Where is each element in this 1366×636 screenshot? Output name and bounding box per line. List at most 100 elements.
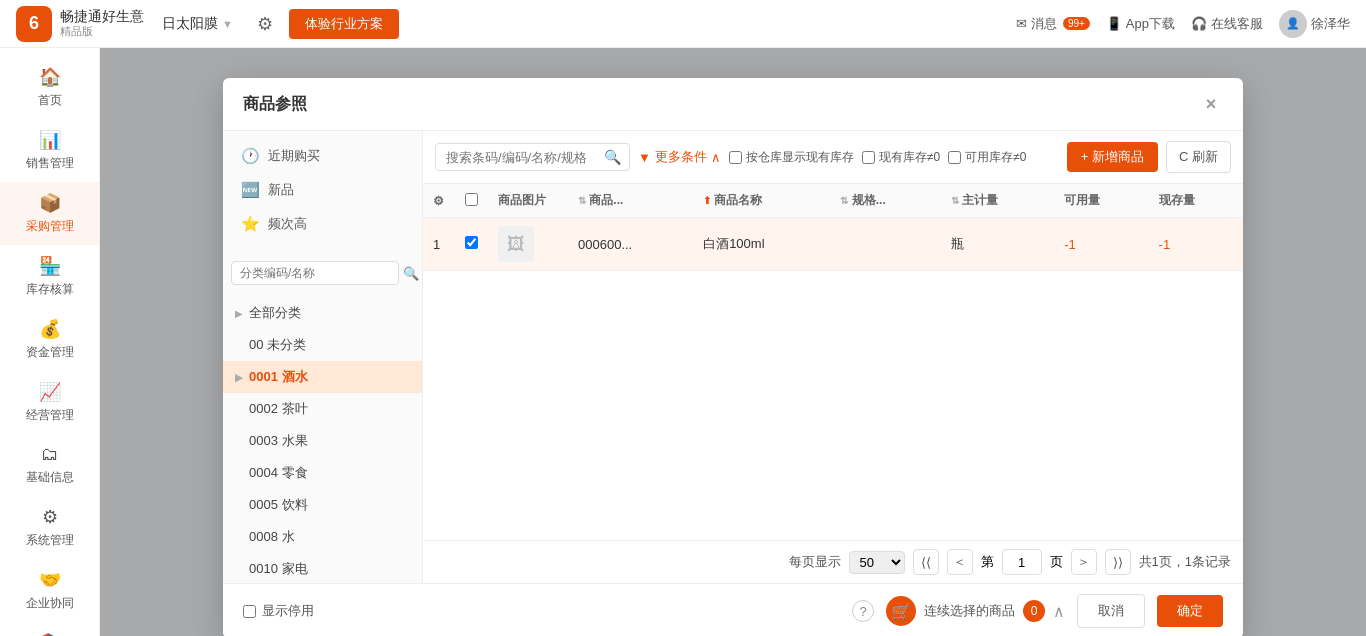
last-page-button[interactable]: ⟩⟩ <box>1105 549 1131 575</box>
product-search-input[interactable] <box>436 145 596 170</box>
product-search-box: 🔍 <box>435 143 630 171</box>
page-label: 第 <box>981 553 994 571</box>
col-available[interactable]: 可用量 <box>1054 184 1148 218</box>
select-all-checkbox[interactable] <box>465 193 478 206</box>
collapse-cart-button[interactable]: ∧ <box>1053 602 1065 621</box>
col-name[interactable]: ⬆ 商品名称 <box>693 184 830 218</box>
cell-seq: 1 <box>423 218 455 271</box>
more-conditions-button[interactable]: ▼ 更多条件 ∧ <box>638 148 721 166</box>
cat-snack-label: 0004 零食 <box>249 464 308 482</box>
cat-all-label: 全部分类 <box>249 304 301 322</box>
refresh-button[interactable]: C 刷新 <box>1166 141 1231 173</box>
new-icon: 🆕 <box>241 181 260 199</box>
sidebar-item-operation[interactable]: 📈 经营管理 <box>0 371 99 434</box>
user-menu[interactable]: 👤 徐泽华 <box>1279 10 1350 38</box>
next-page-button[interactable]: ＞ <box>1071 549 1097 575</box>
nav-right: ✉ 消息 99+ 📱 App下载 🎧 在线客服 👤 徐泽华 <box>1016 10 1350 38</box>
col-stock[interactable]: 现存量 <box>1149 184 1243 218</box>
col-unit[interactable]: ⇅ 主计量 <box>941 184 1055 218</box>
cancel-button[interactable]: 取消 <box>1077 594 1145 628</box>
col-code[interactable]: ⇅ 商品... <box>568 184 693 218</box>
cat-water[interactable]: 0008 水 <box>223 521 422 553</box>
cat-fruit[interactable]: 0003 水果 <box>223 425 422 457</box>
row-checkbox[interactable] <box>465 236 478 249</box>
table-row[interactable]: 1 🖼 000600... 白酒100ml 瓶 <box>423 218 1243 271</box>
cell-stock: -1 <box>1149 218 1243 271</box>
sidebar-item-purchase[interactable]: 📦 采购管理 <box>0 182 99 245</box>
store-selector[interactable]: 日太阳膜 ▼ <box>146 15 249 33</box>
first-page-button[interactable]: ⟨⟨ <box>913 549 939 575</box>
current-stock-check[interactable]: 现有库存≠0 <box>862 149 940 166</box>
cat-tea-label: 0002 茶叶 <box>249 400 308 418</box>
cat-snack[interactable]: 0004 零食 <box>223 457 422 489</box>
sidebar-label-operation: 经营管理 <box>26 407 74 424</box>
user-name: 徐泽华 <box>1311 15 1350 33</box>
service-button[interactable]: 🎧 在线客服 <box>1191 15 1263 33</box>
cell-available: -1 <box>1054 218 1148 271</box>
cell-checkbox[interactable] <box>455 218 488 271</box>
product-search-button[interactable]: 🔍 <box>596 144 629 170</box>
page-number-input[interactable] <box>1002 549 1042 575</box>
frequent-item[interactable]: ⭐ 频次高 <box>231 207 414 241</box>
cat-drink[interactable]: 0005 饮料 <box>223 489 422 521</box>
app-download-button[interactable]: 📱 App下载 <box>1106 15 1175 33</box>
brand-name: 畅捷通好生意 <box>60 8 144 25</box>
cart-icon: 🛒 <box>886 596 916 626</box>
current-stock-checkbox[interactable] <box>862 151 875 164</box>
new-product-item[interactable]: 🆕 新品 <box>231 173 414 207</box>
modal-close-button[interactable]: × <box>1199 92 1223 116</box>
sidebar-item-finance[interactable]: 💰 资金管理 <box>0 308 99 371</box>
left-top-nav: 🕐 近期购买 🆕 新品 ⭐ 频次高 <box>223 139 422 241</box>
message-button[interactable]: ✉ 消息 99+ <box>1016 15 1090 33</box>
settings-icon[interactable]: ⚙ <box>249 13 281 35</box>
cart-count: 0 <box>1023 600 1045 622</box>
warehouse-stock-check[interactable]: 按仓库显示现有库存 <box>729 149 854 166</box>
cat-tea[interactable]: 0002 茶叶 <box>223 393 422 425</box>
col-settings[interactable]: ⚙ <box>423 184 455 218</box>
sidebar-item-guide[interactable]: 📚 新手引导 <box>0 622 99 636</box>
recent-purchase-item[interactable]: 🕐 近期购买 <box>231 139 414 173</box>
app-icon: 📱 <box>1106 16 1122 31</box>
show-disabled-text: 显示停用 <box>262 602 314 620</box>
sidebar-item-inventory[interactable]: 🏪 库存核算 <box>0 245 99 308</box>
col-spec[interactable]: ⇅ 规格... <box>830 184 940 218</box>
basic-icon: 🗂 <box>41 444 59 465</box>
more-conditions-label: 更多条件 <box>655 148 707 166</box>
cat-drink-label: 0005 饮料 <box>249 496 308 514</box>
message-badge: 99+ <box>1063 17 1090 30</box>
help-icon[interactable]: ? <box>852 600 874 622</box>
cat-appliance[interactable]: 0010 家电 <box>223 553 422 583</box>
page-size-select[interactable]: 50 100 200 <box>849 551 905 574</box>
product-reference-modal: 商品参照 × 🕐 近期购买 🆕 <box>223 78 1243 636</box>
recent-icon: 🕐 <box>241 147 260 165</box>
all-arrow-icon: ▶ <box>235 308 243 319</box>
trial-button[interactable]: 体验行业方案 <box>289 9 399 39</box>
modal-header: 商品参照 × <box>223 78 1243 131</box>
cell-spec <box>830 218 940 271</box>
cell-name: 白酒100ml <box>693 218 830 271</box>
category-search-icon[interactable]: 🔍 <box>403 266 419 281</box>
show-disabled-label[interactable]: 显示停用 <box>243 602 314 620</box>
pagination: 每页显示 50 100 200 ⟨⟨ ＜ 第 页 ＞ <box>423 540 1243 583</box>
available-stock-checkbox[interactable] <box>948 151 961 164</box>
confirm-button[interactable]: 确定 <box>1157 595 1223 627</box>
finance-icon: 💰 <box>39 318 61 340</box>
category-search-input[interactable] <box>231 261 399 285</box>
sidebar-item-collab[interactable]: 🤝 企业协同 <box>0 559 99 622</box>
sidebar-item-home[interactable]: 🏠 首页 <box>0 56 99 119</box>
show-disabled-checkbox[interactable] <box>243 605 256 618</box>
sidebar-item-basic[interactable]: 🗂 基础信息 <box>0 434 99 496</box>
add-product-button[interactable]: + 新增商品 <box>1067 142 1158 172</box>
sidebar-item-sales[interactable]: 📊 销售管理 <box>0 119 99 182</box>
available-stock-check[interactable]: 可用库存≠0 <box>948 149 1026 166</box>
sidebar-label-collab: 企业协同 <box>26 595 74 612</box>
cat-wine[interactable]: ▶ 0001 酒水 <box>223 361 422 393</box>
prev-page-button[interactable]: ＜ <box>947 549 973 575</box>
col-checkbox[interactable] <box>455 184 488 218</box>
warehouse-stock-checkbox[interactable] <box>729 151 742 164</box>
filter-icon: ▼ <box>638 150 651 165</box>
sidebar-label-purchase: 采购管理 <box>26 218 74 235</box>
sidebar-item-system[interactable]: ⚙ 系统管理 <box>0 496 99 559</box>
cat-all[interactable]: ▶ 全部分类 <box>223 297 422 329</box>
cat-uncat[interactable]: 00 未分类 <box>223 329 422 361</box>
